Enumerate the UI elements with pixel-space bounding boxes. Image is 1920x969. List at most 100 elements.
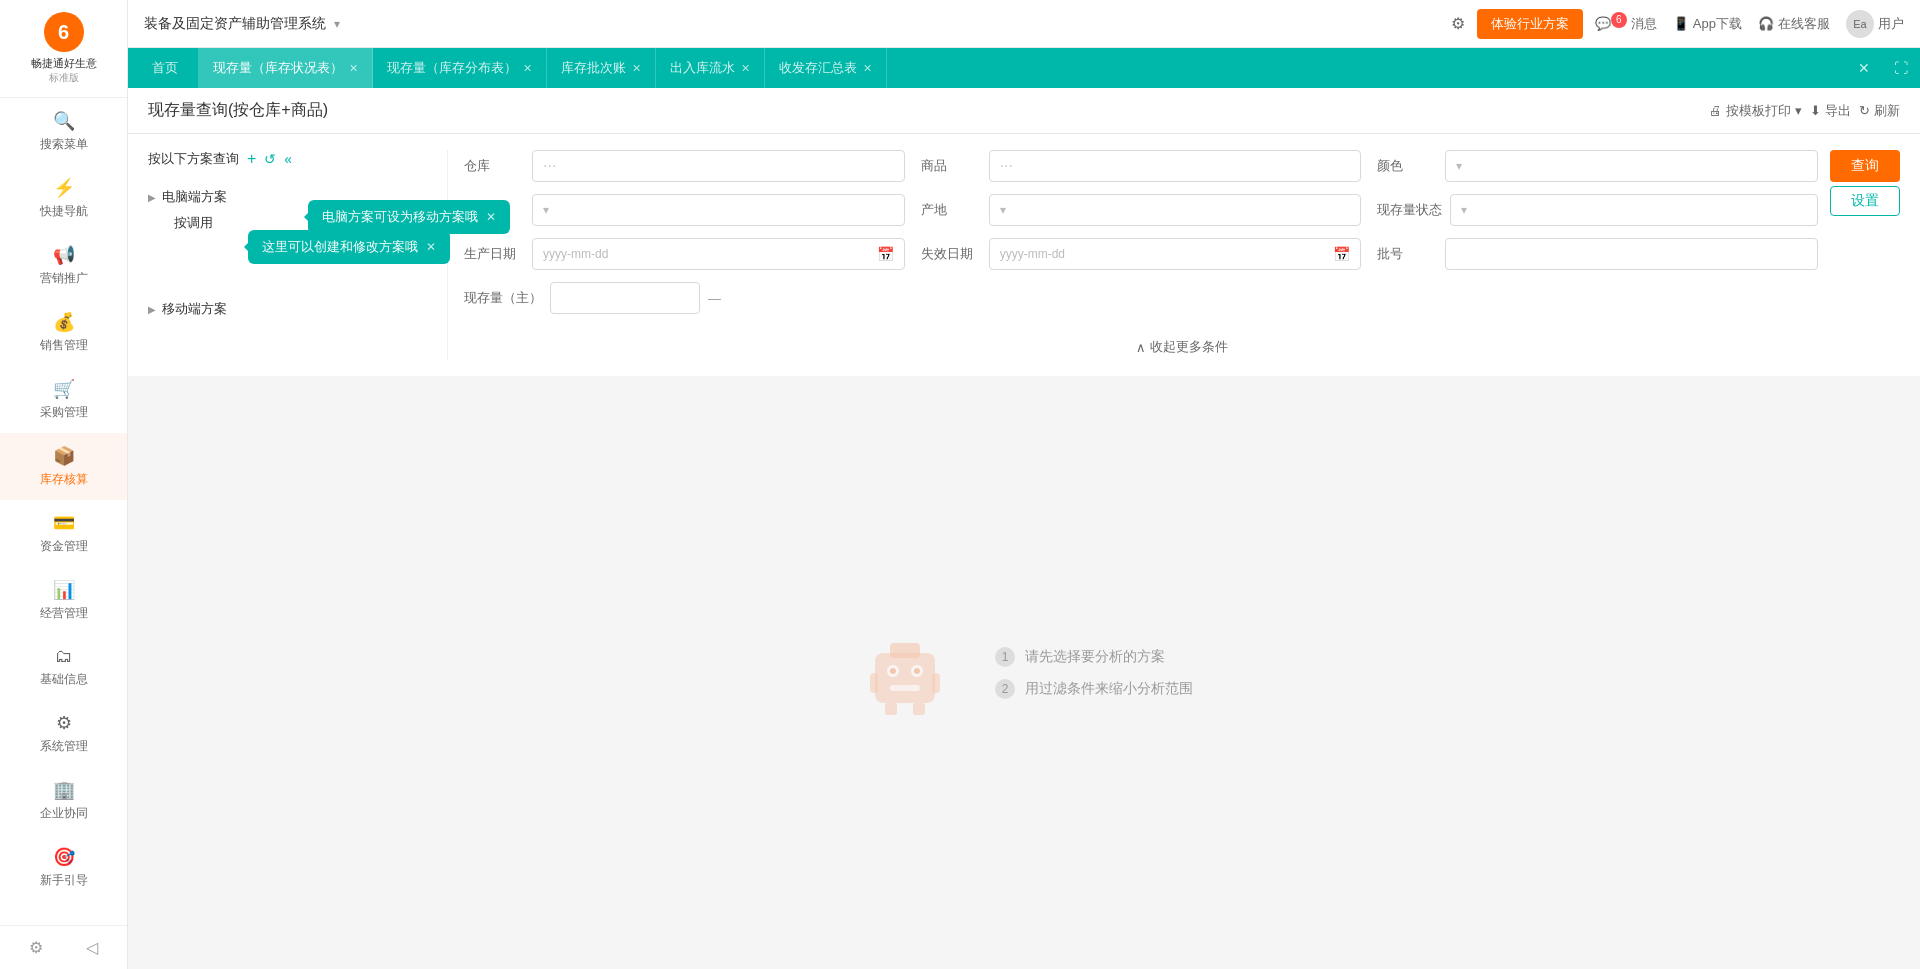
svg-rect-10 bbox=[913, 703, 925, 715]
tab-batch-account-close[interactable]: ✕ bbox=[632, 63, 641, 74]
svg-rect-0 bbox=[875, 653, 935, 703]
expiry-date-field: 失效日期 yyyy-mm-dd 📅 bbox=[921, 238, 1362, 270]
sidebar-item-guide[interactable]: 🎯 新手引导 bbox=[0, 834, 127, 901]
empty-state: 1 请先选择要分析的方案 2 用过滤条件来缩小分析范围 bbox=[855, 623, 1193, 723]
stock-status-input[interactable]: ▾ bbox=[1450, 194, 1818, 226]
expiry-date-label: 失效日期 bbox=[921, 245, 981, 263]
goods-dots: ··· bbox=[1000, 157, 1013, 175]
online-support-btn[interactable]: 🎧 在线客服 bbox=[1758, 15, 1830, 33]
collapse-up-icon: ∧ bbox=[1136, 340, 1146, 355]
svg-rect-1 bbox=[890, 643, 920, 658]
sidebar-item-label: 基础信息 bbox=[40, 671, 88, 688]
expiry-date-input[interactable]: yyyy-mm-dd 📅 bbox=[989, 238, 1362, 270]
mobile-expand-icon: ▶ bbox=[148, 304, 156, 315]
manufacture-date-field: 生产日期 yyyy-mm-dd 📅 bbox=[464, 238, 905, 270]
back-icon[interactable]: « bbox=[284, 151, 292, 167]
sidebar-item-label: 快捷导航 bbox=[40, 203, 88, 220]
sidebar-item-quick-nav[interactable]: ⚡ 快捷导航 bbox=[0, 165, 127, 232]
add-solution-icon[interactable]: + bbox=[247, 151, 256, 167]
tab-stock-status-close[interactable]: ✕ bbox=[349, 63, 358, 74]
warehouse-input[interactable]: ··· bbox=[532, 150, 905, 182]
batch-input[interactable] bbox=[1445, 238, 1818, 270]
sidebar-item-inventory[interactable]: 📦 库存核算 bbox=[0, 433, 127, 500]
qty-main-label: 现存量（主） bbox=[464, 289, 542, 307]
base-info-icon: 🗂 bbox=[55, 646, 73, 667]
message-btn[interactable]: 💬 6 消息 bbox=[1595, 15, 1657, 33]
tab-batch-account[interactable]: 库存批次账 ✕ bbox=[547, 48, 656, 88]
origin-input[interactable]: ▾ bbox=[989, 194, 1362, 226]
template-print-dropdown-icon[interactable]: ▾ bbox=[1795, 103, 1802, 118]
tab-recv-send-close[interactable]: ✕ bbox=[863, 63, 872, 74]
goods-field: 商品 ··· bbox=[921, 150, 1362, 182]
sidebar-item-enterprise[interactable]: 🏢 企业协同 bbox=[0, 767, 127, 834]
tab-recv-send[interactable]: 收发存汇总表 ✕ bbox=[765, 48, 887, 88]
sidebar-item-ops[interactable]: 📊 经营管理 bbox=[0, 567, 127, 634]
message-badge: 6 bbox=[1611, 12, 1627, 28]
tab-stock-dist-close[interactable]: ✕ bbox=[523, 63, 532, 74]
manufacture-date-input[interactable]: yyyy-mm-dd 📅 bbox=[532, 238, 905, 270]
search-btn-group: 查询 设置 bbox=[1830, 150, 1900, 216]
sidebar-bottom: ⚙ ◁ bbox=[0, 925, 127, 969]
settings-bottom-icon[interactable]: ⚙ bbox=[29, 938, 43, 957]
sidebar-item-label: 库存核算 bbox=[40, 471, 88, 488]
sidebar-item-search-menu[interactable]: 🔍 搜索菜单 bbox=[0, 98, 127, 165]
batch-label: 批号 bbox=[1377, 245, 1437, 263]
sidebar-item-sales[interactable]: 💰 销售管理 bbox=[0, 299, 127, 366]
sidebar-item-label: 资金管理 bbox=[40, 538, 88, 555]
expiry-date-calendar-icon: 📅 bbox=[1333, 246, 1350, 262]
search-btn[interactable]: 查询 bbox=[1830, 150, 1900, 182]
topbar-settings-icon[interactable]: ⚙ bbox=[1451, 14, 1465, 33]
qty-row: 现存量（主） — bbox=[464, 282, 1818, 314]
trial-btn[interactable]: 体验行业方案 bbox=[1477, 9, 1583, 39]
size-input[interactable]: ▾ bbox=[532, 194, 905, 226]
app-download-btn[interactable]: 📱 App下载 bbox=[1673, 15, 1742, 33]
export-btn[interactable]: ⬇ 导出 bbox=[1810, 102, 1851, 120]
collapse-sidebar-icon[interactable]: ◁ bbox=[86, 938, 98, 957]
sidebar-item-purchase[interactable]: 🛒 采购管理 bbox=[0, 366, 127, 433]
filter-label: 按以下方案查询 bbox=[148, 150, 239, 168]
solution-tree-mobile[interactable]: ▶ 移动端方案 bbox=[148, 296, 431, 322]
user-btn[interactable]: Ea 用户 bbox=[1846, 10, 1904, 38]
print-icon: 🖨 bbox=[1709, 103, 1722, 118]
tab-close-all-icon[interactable]: ✕ bbox=[1850, 60, 1878, 76]
solution-tooltip-close[interactable]: ✕ bbox=[486, 210, 496, 224]
sidebar-item-asset[interactable]: 💳 资金管理 bbox=[0, 500, 127, 567]
color-input[interactable]: ▾ bbox=[1445, 150, 1818, 182]
filter-row-3: 生产日期 yyyy-mm-dd 📅 失效日期 yyyy-mm bbox=[464, 238, 1818, 270]
desktop-expand-icon: ▶ bbox=[148, 192, 156, 203]
sidebar-item-base-info[interactable]: 🗂 基础信息 bbox=[0, 634, 127, 700]
edit-tooltip: 这里可以创建和修改方案哦 ✕ bbox=[248, 230, 450, 264]
template-print-btn[interactable]: 🖨 按模板打印 ▾ bbox=[1709, 102, 1802, 120]
system-icon: ⚙ bbox=[56, 712, 72, 734]
desktop-label: 电脑端方案 bbox=[162, 188, 227, 206]
tab-in-out-flow-close[interactable]: ✕ bbox=[741, 63, 750, 74]
export-icon: ⬇ bbox=[1810, 103, 1821, 118]
goods-input[interactable]: ··· bbox=[989, 150, 1362, 182]
setting-btn[interactable]: 设置 bbox=[1830, 186, 1900, 216]
svg-rect-8 bbox=[932, 673, 940, 693]
refresh-btn[interactable]: ↻ 刷新 bbox=[1859, 102, 1900, 120]
filter-area: 按以下方案查询 + ↺ « 电脑方案可设为移动方案哦 ✕ ▶ bbox=[128, 134, 1920, 376]
empty-tips: 1 请先选择要分析的方案 2 用过滤条件来缩小分析范围 bbox=[995, 647, 1193, 699]
refresh-solution-icon[interactable]: ↺ bbox=[264, 151, 276, 167]
guide-icon: 🎯 bbox=[53, 846, 75, 868]
qty-main-from-input[interactable] bbox=[550, 282, 700, 314]
collapse-row[interactable]: ∧ 收起更多条件 bbox=[464, 326, 1900, 360]
tab-stock-status[interactable]: 现存量（库存状况表） ✕ bbox=[199, 48, 373, 88]
sidebar-item-label: 系统管理 bbox=[40, 738, 88, 755]
edit-tooltip-close[interactable]: ✕ bbox=[426, 240, 436, 254]
tab-home[interactable]: 首页 bbox=[132, 48, 199, 88]
tab-stock-dist[interactable]: 现存量（库存分布表） ✕ bbox=[373, 48, 547, 88]
marketing-icon: 📢 bbox=[53, 244, 75, 266]
asset-icon: 💳 bbox=[53, 512, 75, 534]
sidebar-item-system[interactable]: ⚙ 系统管理 bbox=[0, 700, 127, 767]
system-dropdown-icon[interactable]: ▾ bbox=[334, 17, 340, 31]
tab-fullscreen-icon[interactable]: ⛶ bbox=[1886, 60, 1916, 76]
refresh-icon: ↻ bbox=[1859, 103, 1870, 118]
sidebar-item-marketing[interactable]: 📢 营销推广 bbox=[0, 232, 127, 299]
collapse-label: 收起更多条件 bbox=[1150, 338, 1228, 356]
page-title: 现存量查询(按仓库+商品) bbox=[148, 100, 328, 121]
empty-state-illustration bbox=[855, 623, 955, 723]
tab-in-out-flow[interactable]: 出入库流水 ✕ bbox=[656, 48, 765, 88]
solution-tooltip-text: 电脑方案可设为移动方案哦 bbox=[322, 208, 478, 226]
